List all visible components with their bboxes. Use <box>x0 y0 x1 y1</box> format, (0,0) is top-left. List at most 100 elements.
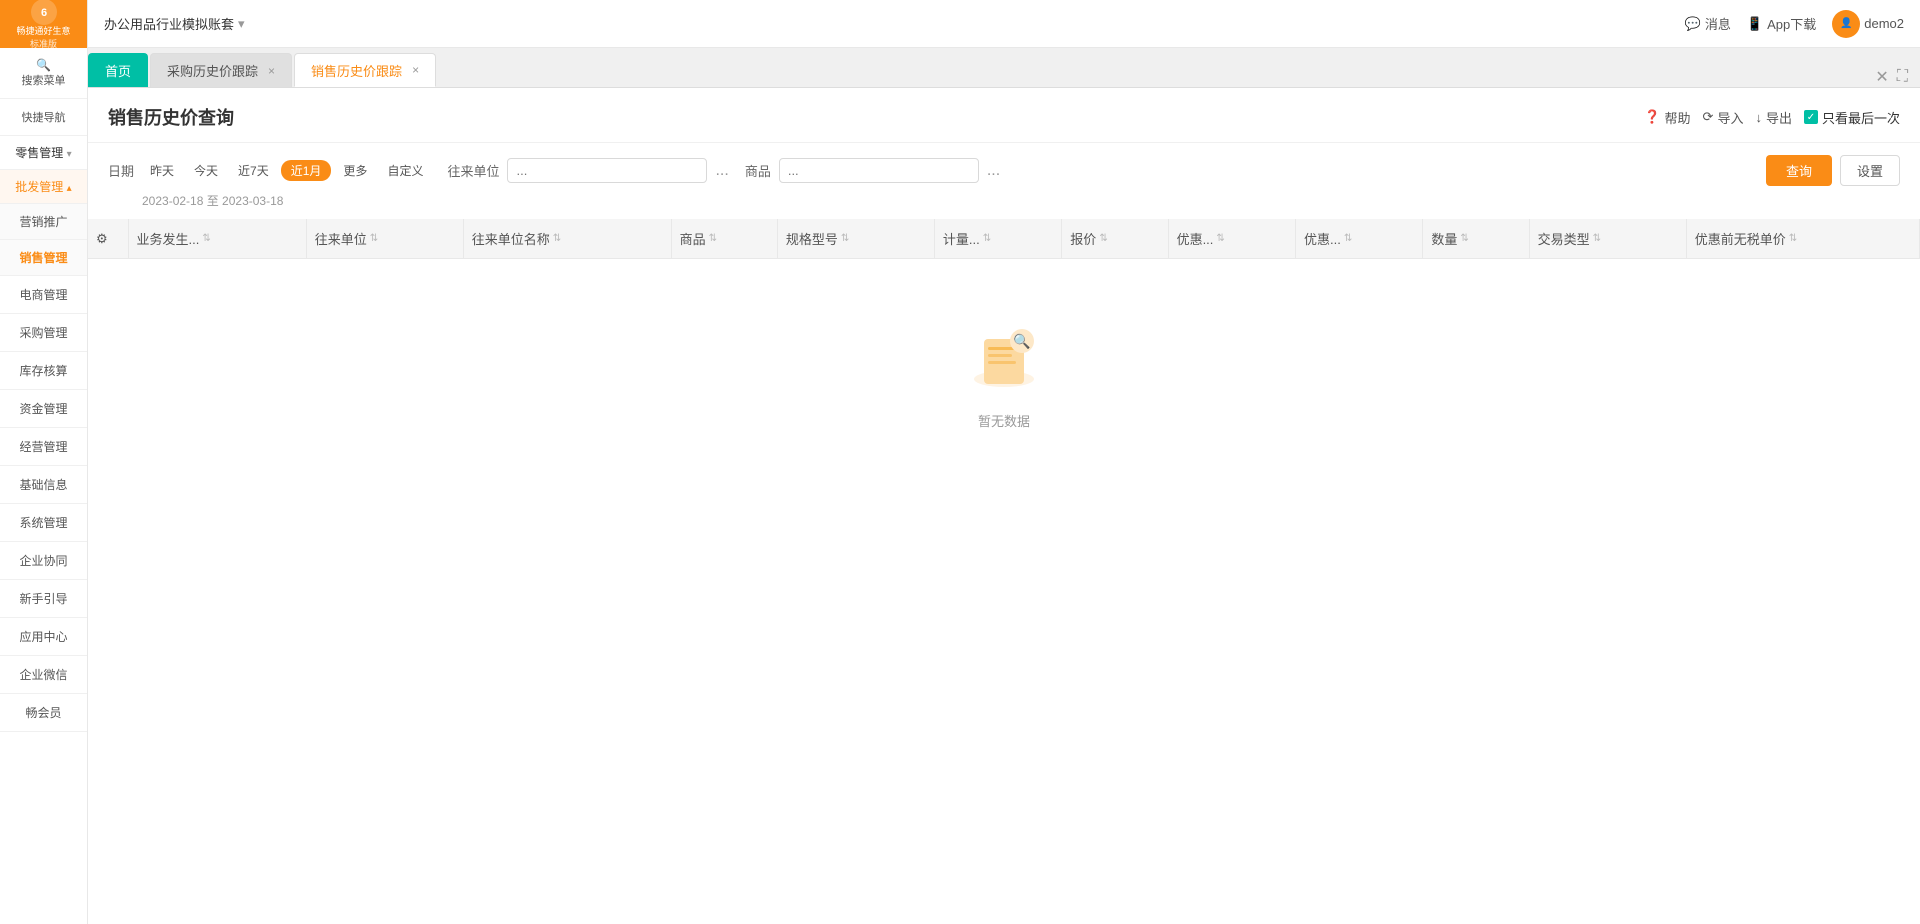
close-window-icon[interactable]: ✕ <box>1875 67 1888 87</box>
suite-selector[interactable]: 办公用品行业模拟账套 ▾ <box>104 14 245 33</box>
sort-tax-price-icon[interactable]: ⇅ <box>1789 233 1797 244</box>
sidebar-item-shortcut[interactable]: 快捷导航 <box>0 99 87 136</box>
sidebar-label-guide: 新手引导 <box>4 590 83 607</box>
sort-unit-id-icon[interactable]: ⇅ <box>370 233 378 244</box>
sort-trade-type-icon[interactable]: ⇅ <box>1593 233 1601 244</box>
help-button[interactable]: ❓ 帮助 <box>1644 108 1690 127</box>
export-label: 导出 <box>1766 108 1792 127</box>
sidebar-item-member[interactable]: 畅会员 <box>0 694 87 732</box>
date-range-text: 2023-02-18 至 2023-03-18 <box>142 194 283 208</box>
product-input[interactable] <box>779 158 979 183</box>
sort-unit-name-icon[interactable]: ⇅ <box>553 233 561 244</box>
product-label: 商品 <box>745 161 771 180</box>
col-discount1: 优惠... ⇅ <box>1168 219 1295 259</box>
sidebar-item-inventory[interactable]: 库存核算 <box>0 352 87 390</box>
sidebar-item-retail[interactable]: 零售管理 ▾ <box>0 136 87 170</box>
col-unit-id: 往来单位 ⇅ <box>306 219 463 259</box>
app-logo: 6 畅捷通好生意 标准版 <box>0 0 87 48</box>
col-discount2-label: 优惠... <box>1304 229 1341 248</box>
page-title: 销售历史价查询 <box>108 104 234 130</box>
sidebar-item-basic[interactable]: 基础信息 <box>0 466 87 504</box>
sidebar-label-retail: 零售管理 <box>15 146 63 160</box>
sidebar-item-enterprise[interactable]: 企业协同 <box>0 542 87 580</box>
topbar: 办公用品行业模拟账套 ▾ 💬 消息 📱 App下载 👤 demo2 <box>88 0 1920 48</box>
unit-input[interactable] <box>507 158 707 183</box>
date-btn-today[interactable]: 今天 <box>186 160 226 181</box>
col-biz-date: 业务发生... ⇅ <box>128 219 306 259</box>
svg-text:🔍: 🔍 <box>1013 332 1030 350</box>
empty-text: 暂无数据 <box>978 411 1030 430</box>
purchase-tab-close[interactable]: × <box>268 64 275 78</box>
user-menu[interactable]: 👤 demo2 <box>1832 10 1904 38</box>
sidebar-item-wechat[interactable]: 企业微信 <box>0 656 87 694</box>
sidebar-item-purchase[interactable]: 采购管理 <box>0 314 87 352</box>
sidebar-item-guide[interactable]: 新手引导 <box>0 580 87 618</box>
product-picker-icon[interactable]: ... <box>987 162 1000 180</box>
sort-discount1-icon[interactable]: ⇅ <box>1216 233 1224 244</box>
export-icon: ↓ <box>1755 110 1762 125</box>
tab-home[interactable]: 首页 <box>88 53 148 87</box>
sidebar-item-sales-mgmt[interactable]: 销售管理 <box>0 240 87 276</box>
sort-unit-icon[interactable]: ⇅ <box>983 233 991 244</box>
unit-picker-icon[interactable]: ... <box>715 162 728 180</box>
sidebar-item-system[interactable]: 系统管理 <box>0 504 87 542</box>
sort-quantity-icon[interactable]: ⇅ <box>1460 233 1468 244</box>
sidebar-label-member: 畅会员 <box>4 704 83 721</box>
sidebar-item-appcenter[interactable]: 应用中心 <box>0 618 87 656</box>
empty-state: 🔍 暂无数据 <box>88 259 1920 470</box>
tab-purchase[interactable]: 采购历史价跟踪 × <box>150 53 292 87</box>
username: demo2 <box>1864 16 1904 31</box>
date-btn-more[interactable]: 更多 <box>335 160 375 181</box>
sidebar-item-ecommerce[interactable]: 电商管理 <box>0 276 87 314</box>
window-controls: ✕ ⛶ <box>1875 67 1920 87</box>
sidebar-label-enterprise: 企业协同 <box>4 552 83 569</box>
maximize-window-icon[interactable]: ⛶ <box>1897 68 1908 86</box>
last-only-checkbox[interactable]: ✓ 只看最后一次 <box>1804 108 1900 127</box>
col-unit: 计量... ⇅ <box>934 219 1061 259</box>
phone-icon: 📱 <box>1747 16 1763 32</box>
sidebar-label-sales: 销售管理 <box>4 249 83 266</box>
svg-text:6: 6 <box>40 7 46 19</box>
date-filter-group: 日期 昨天 今天 近7天 近1月 更多 自定义 <box>108 160 431 181</box>
export-button[interactable]: ↓ 导出 <box>1755 108 1792 127</box>
sort-biz-date-icon[interactable]: ⇅ <box>202 233 210 244</box>
col-price: 报价 ⇅ <box>1062 219 1168 259</box>
sort-discount2-icon[interactable]: ⇅ <box>1344 233 1352 244</box>
suite-title: 办公用品行业模拟账套 <box>104 14 234 33</box>
sidebar-item-finance[interactable]: 资金管理 <box>0 390 87 428</box>
date-btn-custom[interactable]: 自定义 <box>379 160 431 181</box>
sidebar-label-appcenter: 应用中心 <box>4 628 83 645</box>
date-btn-yesterday[interactable]: 昨天 <box>142 160 182 181</box>
topbar-left: 办公用品行业模拟账套 ▾ <box>104 14 245 33</box>
col-unit-name: 往来单位名称 ⇅ <box>463 219 671 259</box>
col-unit-name-label: 往来单位名称 <box>472 229 550 248</box>
sidebar-item-operations[interactable]: 经营管理 <box>0 428 87 466</box>
sidebar-label-purchase: 采购管理 <box>4 324 83 341</box>
query-button[interactable]: 查询 <box>1766 155 1832 186</box>
sales-tab-close[interactable]: × <box>412 63 419 77</box>
message-button[interactable]: 💬 消息 <box>1685 14 1731 33</box>
sidebar-label-finance: 资金管理 <box>4 400 83 417</box>
col-discount1-label: 优惠... <box>1177 229 1214 248</box>
sidebar-label-search: 搜索菜单 <box>4 72 83 88</box>
date-btn-1month[interactable]: 近1月 <box>281 160 332 181</box>
tab-sales[interactable]: 销售历史价跟踪 × <box>294 53 436 87</box>
settings-button[interactable]: 设置 <box>1840 155 1900 186</box>
sort-product-icon[interactable]: ⇅ <box>709 233 717 244</box>
col-spec-label: 规格型号 <box>786 229 838 248</box>
date-btn-7days[interactable]: 近7天 <box>230 160 277 181</box>
help-label: 帮助 <box>1665 108 1691 127</box>
app-download-button[interactable]: 📱 App下载 <box>1747 14 1816 33</box>
gear-icon[interactable]: ⚙ <box>96 231 108 246</box>
sidebar-item-marketing[interactable]: 营销推广 <box>0 204 87 240</box>
sidebar-item-search[interactable]: 🔍 搜索菜单 <box>0 48 87 99</box>
sort-spec-icon[interactable]: ⇅ <box>841 233 849 244</box>
col-biz-date-label: 业务发生... <box>137 229 200 248</box>
import-button[interactable]: ⟳ 导入 <box>1703 108 1744 127</box>
import-label: 导入 <box>1717 108 1743 127</box>
date-label: 日期 <box>108 161 134 180</box>
import-icon: ⟳ <box>1703 109 1714 125</box>
sort-price-icon[interactable]: ⇅ <box>1099 233 1107 244</box>
sidebar-item-wholesale[interactable]: 批发管理 ▴ <box>0 170 87 204</box>
message-label: 消息 <box>1705 14 1731 33</box>
